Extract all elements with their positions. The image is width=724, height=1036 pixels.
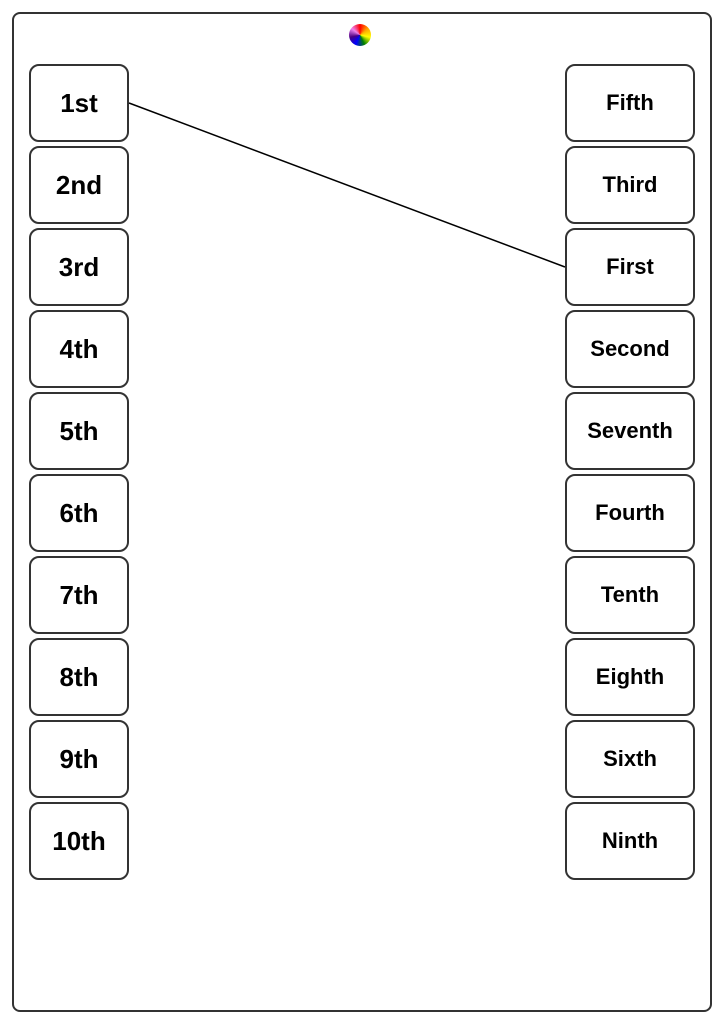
word-box-6: Fourth (565, 474, 695, 552)
logo-area (349, 24, 375, 46)
content-area: 1st2nd3rd4th5th6th7th8th9th10th FifthThi… (29, 64, 695, 1000)
number-box-5: 5th (29, 392, 129, 470)
number-box-10: 10th (29, 802, 129, 880)
number-box-6: 6th (29, 474, 129, 552)
page: 1st2nd3rd4th5th6th7th8th9th10th FifthThi… (12, 12, 712, 1012)
left-column: 1st2nd3rd4th5th6th7th8th9th10th (29, 64, 129, 880)
number-box-2: 2nd (29, 146, 129, 224)
word-box-8: Eighth (565, 638, 695, 716)
number-box-9: 9th (29, 720, 129, 798)
number-box-3: 3rd (29, 228, 129, 306)
right-column: FifthThirdFirstSecondSeventhFourthTenthE… (565, 64, 695, 880)
word-box-7: Tenth (565, 556, 695, 634)
logo-icon (349, 24, 371, 46)
word-box-5: Seventh (565, 392, 695, 470)
word-box-4: Second (565, 310, 695, 388)
number-box-8: 8th (29, 638, 129, 716)
word-box-2: Third (565, 146, 695, 224)
number-box-1: 1st (29, 64, 129, 142)
word-box-3: First (565, 228, 695, 306)
number-box-4: 4th (29, 310, 129, 388)
word-box-9: Sixth (565, 720, 695, 798)
number-box-7: 7th (29, 556, 129, 634)
word-box-1: Fifth (565, 64, 695, 142)
header (29, 24, 695, 58)
word-box-10: Ninth (565, 802, 695, 880)
